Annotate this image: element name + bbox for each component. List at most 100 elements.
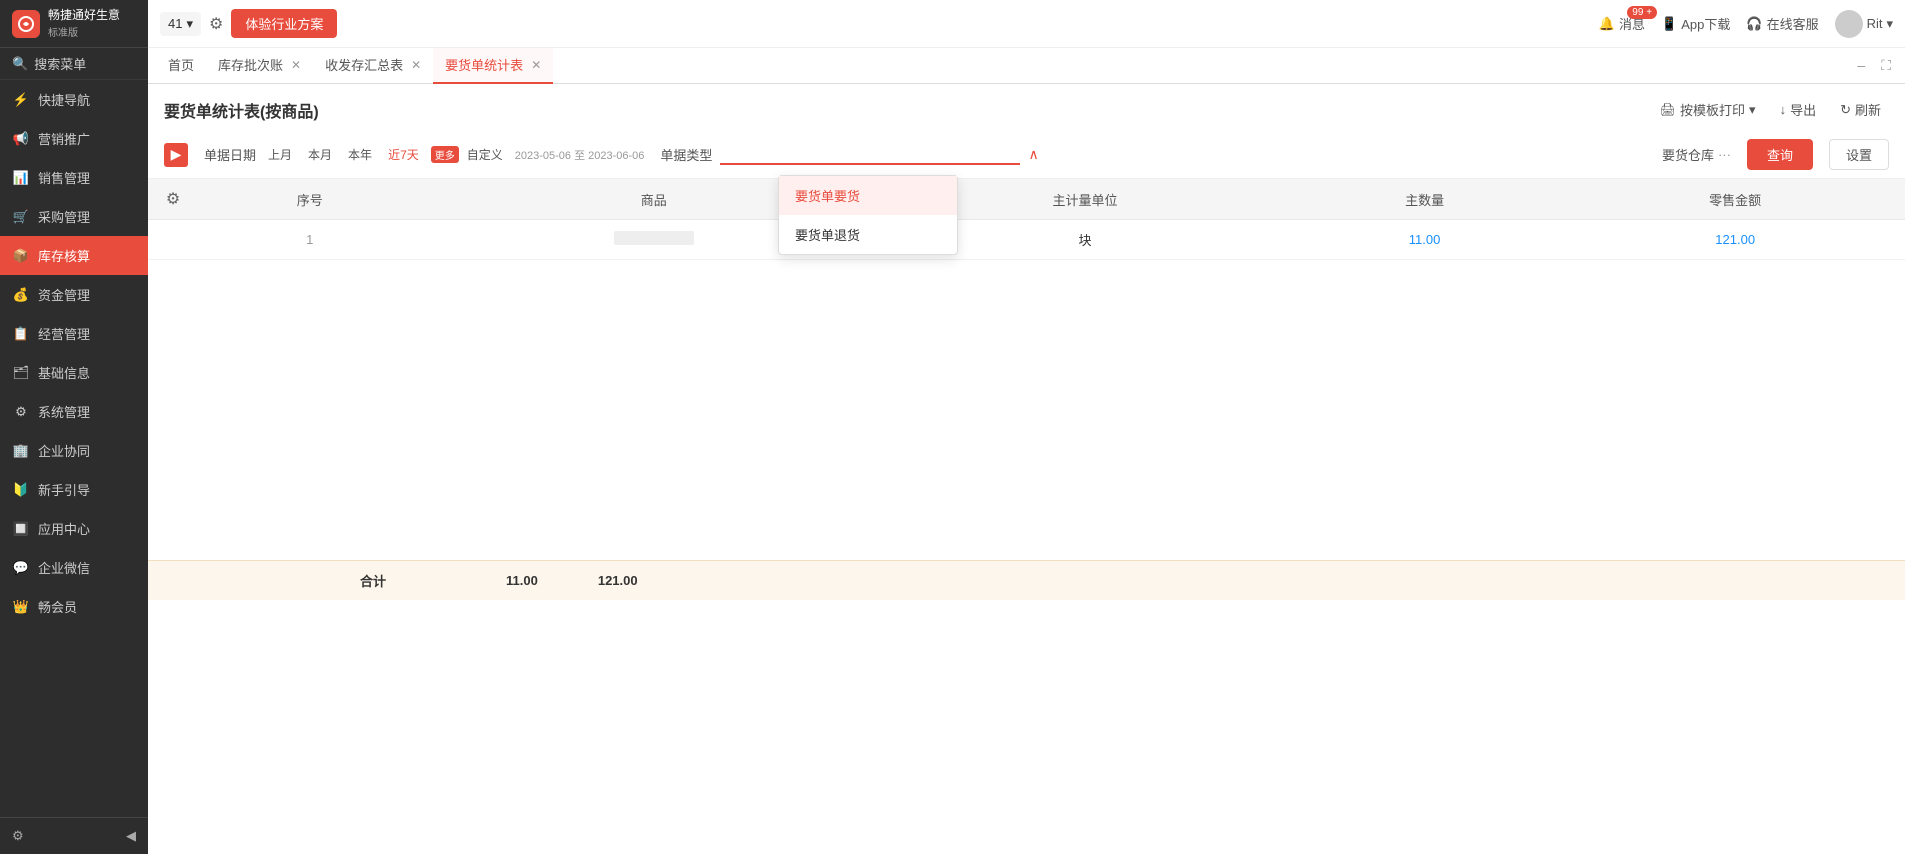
sidebar-item-appstore[interactable]: 🔲 应用中心 (0, 509, 148, 548)
page-actions: 🖨 按模板打印 ▾ ↓ 导出 ↻ 刷新 (1652, 96, 1890, 123)
tab-expand-icon[interactable]: ⛶ (1875, 55, 1897, 76)
tab-close-order-stats[interactable]: ✕ (531, 58, 541, 72)
topbar-right: 🔔 消息 99 + 📱 App下载 🎧 在线客服 Rit ▾ (1599, 10, 1893, 38)
print-icon: 🖨 (1660, 102, 1677, 118)
last-month-shortcut[interactable]: 上月 (264, 144, 296, 165)
main-content: 41 ▾ ⚙ 体验行业方案 🔔 消息 99 + 📱 App下载 🎧 在线客服 (148, 0, 1905, 854)
settings-button[interactable]: ⚙ (12, 828, 24, 844)
user-chevron-icon: ▾ (1886, 16, 1893, 32)
footer-amount: 121.00 (598, 573, 638, 588)
sidebar-item-sales[interactable]: 📊 销售管理 (0, 158, 148, 197)
finance-icon: 💰 (12, 286, 30, 304)
collapse-button[interactable]: ◀ (126, 828, 136, 844)
row-settings-cell (148, 220, 198, 260)
sidebar-item-guide[interactable]: 🔰 新手引导 (0, 470, 148, 509)
topbar-gear-icon[interactable]: ⚙ (209, 14, 223, 34)
date-label: 单据日期 (204, 145, 256, 164)
quantity-link[interactable]: 11.00 (1409, 232, 1441, 247)
table-footer: 合计 11.00 121.00 (148, 560, 1905, 600)
tab-batch-account[interactable]: 库存批次账 ✕ (206, 48, 313, 84)
sidebar-item-marketing[interactable]: 📢 营销推广 (0, 119, 148, 158)
last7days-shortcut[interactable]: 近7天 (384, 144, 423, 165)
member-icon: 👑 (12, 598, 30, 616)
footer-label: 合计 (360, 571, 386, 590)
tab-summary[interactable]: 收发存汇总表 ✕ (313, 48, 433, 84)
tab-close-batch[interactable]: ✕ (291, 58, 301, 72)
sidebar-item-system[interactable]: ⚙ 系统管理 (0, 392, 148, 431)
table-row: 1 块 11.00 121.00 (148, 220, 1905, 260)
search-menu[interactable]: 🔍 搜索菜单 (0, 48, 148, 80)
dropdown-item-order[interactable]: 要货单要货 (779, 176, 957, 215)
col-amount: 零售金额 (1565, 179, 1905, 220)
table-gear-icon[interactable]: ⚙ (166, 191, 180, 208)
sidebar-footer: ⚙ ◀ (0, 817, 148, 854)
dropdown-item-return[interactable]: 要货单退货 (779, 215, 957, 254)
this-year-shortcut[interactable]: 本年 (344, 144, 376, 165)
warehouse-more-icon[interactable]: ··· (1718, 147, 1731, 162)
sidebar-item-enterprise[interactable]: 🏢 企业协同 (0, 431, 148, 470)
sidebar-item-basics[interactable]: 🗂 基础信息 (0, 353, 148, 392)
type-filter-group: 单据类型 ∧ (660, 144, 1646, 165)
app-download-button[interactable]: 📱 App下载 (1661, 14, 1730, 33)
sidebar-item-shortcut[interactable]: ⚡ 快捷导航 (0, 80, 148, 119)
tab-order-stats[interactable]: 要货单统计表 ✕ (433, 48, 553, 84)
more-date-badge[interactable]: 更多 (431, 146, 459, 163)
sidebar-item-inventory[interactable]: 📦 库存核算 (0, 236, 148, 275)
store-selector[interactable]: 41 ▾ (160, 12, 201, 36)
product-placeholder (614, 231, 694, 245)
type-input[interactable] (720, 144, 1020, 165)
user-menu[interactable]: Rit ▾ (1835, 10, 1893, 38)
col-settings[interactable]: ⚙ (148, 179, 198, 220)
tab-home[interactable]: 首页 (156, 48, 206, 84)
wechat-icon: 💬 (12, 559, 30, 577)
table-empty-space (148, 260, 1905, 560)
sidebar-item-wechat[interactable]: 💬 企业微信 (0, 548, 148, 587)
topbar-left: 41 ▾ ⚙ 体验行业方案 (160, 9, 1587, 38)
print-chevron-icon: ▾ (1749, 102, 1756, 118)
footer-quantity: 11.00 (506, 573, 538, 588)
this-month-shortcut[interactable]: 本月 (304, 144, 336, 165)
inventory-icon: 📦 (12, 247, 30, 265)
filter-expand-button[interactable]: ▶ (164, 143, 188, 167)
tab-close-summary[interactable]: ✕ (411, 58, 421, 72)
query-button[interactable]: 查询 (1747, 139, 1813, 170)
phone-icon: 📱 (1661, 16, 1677, 32)
sidebar-nav: ⚡ 快捷导航 📢 营销推广 📊 销售管理 🛒 采购管理 📦 库存核算 💰 资金管… (0, 80, 148, 817)
purchase-icon: 🛒 (12, 208, 30, 226)
row-quantity: 11.00 (1284, 220, 1566, 260)
data-table: ⚙ 序号 商品 主计量单位 主数量 零售金额 1 (148, 179, 1905, 260)
customer-service-button[interactable]: 🎧 在线客服 (1746, 14, 1818, 33)
app-logo: 畅捷通好生意 标准版 (0, 0, 148, 48)
page-title: 要货单统计表(按商品) (164, 98, 319, 122)
tab-minimize-icon[interactable]: – (1851, 55, 1871, 76)
trial-button[interactable]: 体验行业方案 (231, 9, 337, 38)
amount-link[interactable]: 121.00 (1715, 232, 1755, 247)
date-range-display: 2023-05-06 至 2023-06-06 (515, 147, 645, 163)
basics-icon: 🗂 (12, 364, 30, 382)
data-table-container: ⚙ 序号 商品 主计量单位 主数量 零售金额 1 (148, 179, 1905, 260)
export-button[interactable]: ↓ 导出 (1772, 96, 1825, 123)
refresh-button[interactable]: ↻ 刷新 (1832, 96, 1889, 123)
type-dropdown-icon[interactable]: ∧ (1028, 146, 1038, 163)
bell-icon: 🔔 (1599, 16, 1615, 32)
type-label: 单据类型 (660, 145, 712, 164)
marketing-icon: 📢 (12, 130, 30, 148)
appstore-icon: 🔲 (12, 520, 30, 538)
sidebar-item-member[interactable]: 👑 畅会员 (0, 587, 148, 626)
settings-button-filter[interactable]: 设置 (1829, 139, 1889, 170)
sidebar: 畅捷通好生意 标准版 🔍 搜索菜单 ⚡ 快捷导航 📢 营销推广 📊 销售管理 🛒… (0, 0, 148, 854)
sidebar-item-finance[interactable]: 💰 资金管理 (0, 275, 148, 314)
custom-date-button[interactable]: 自定义 (467, 146, 503, 163)
filter-bar: ▶ 单据日期 上月 本月 本年 近7天 更多 自定义 2023-05-06 至 … (148, 131, 1905, 179)
system-icon: ⚙ (12, 403, 30, 421)
logo-icon (12, 10, 40, 38)
date-filter-group: 单据日期 上月 本月 本年 近7天 更多 自定义 2023-05-06 至 20… (204, 144, 644, 165)
logo-text: 畅捷通好生意 标准版 (48, 8, 120, 39)
sidebar-item-operations[interactable]: 📋 经营管理 (0, 314, 148, 353)
avatar (1835, 10, 1863, 38)
sidebar-item-purchase[interactable]: 🛒 采购管理 (0, 197, 148, 236)
type-dropdown: 要货单要货 要货单退货 (778, 175, 958, 255)
notifications-button[interactable]: 🔔 消息 99 + (1599, 14, 1645, 33)
print-template-button[interactable]: 🖨 按模板打印 ▾ (1652, 96, 1764, 123)
page-inner: 要货单统计表(按商品) 🖨 按模板打印 ▾ ↓ 导出 ↻ 刷新 (148, 84, 1905, 854)
